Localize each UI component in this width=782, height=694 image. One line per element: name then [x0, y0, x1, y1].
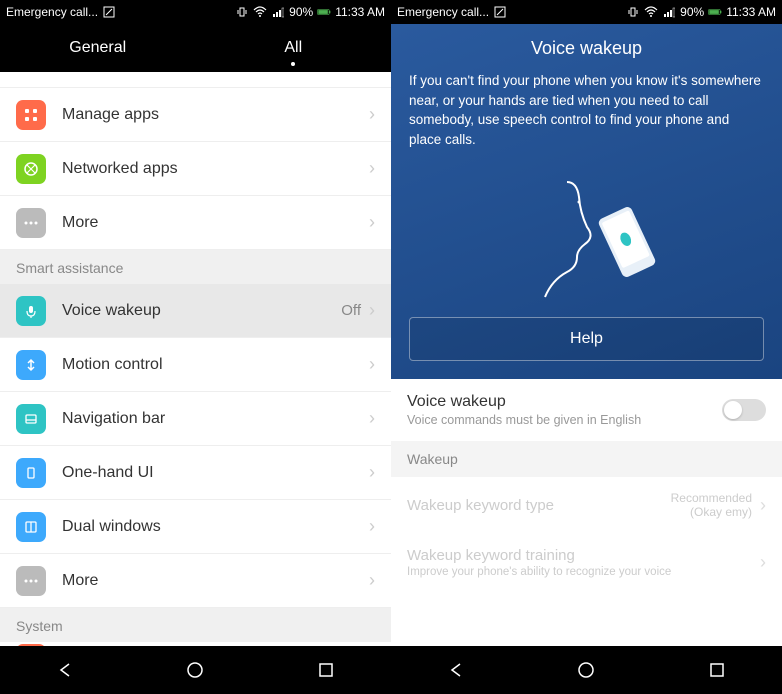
- more-icon: [16, 208, 46, 238]
- list-label: More: [62, 572, 369, 590]
- tab-all[interactable]: All: [196, 24, 392, 72]
- intro-description: If you can't find your phone when you kn…: [409, 71, 764, 149]
- vibrate-icon: [626, 5, 640, 19]
- list-item-dual-windows[interactable]: Dual windows ›: [0, 500, 391, 554]
- list-item-more-apps[interactable]: More ›: [0, 196, 391, 250]
- chevron-right-icon: ›: [369, 104, 375, 125]
- chevron-right-icon: ›: [369, 462, 375, 483]
- chevron-right-icon: ›: [369, 354, 375, 375]
- chevron-right-icon: ›: [369, 516, 375, 537]
- back-button[interactable]: [436, 650, 476, 690]
- toggle-subtitle: Voice commands must be given in English: [407, 413, 722, 427]
- chevron-right-icon: ›: [369, 300, 375, 321]
- battery-icon: [708, 5, 722, 19]
- list-label: More: [62, 214, 369, 232]
- vibrate-icon: [235, 5, 249, 19]
- help-button[interactable]: Help: [409, 317, 764, 361]
- row-title: Wakeup keyword training: [407, 547, 760, 564]
- recent-button[interactable]: [697, 650, 737, 690]
- settings-panel: Voice wakeup Voice commands must be give…: [391, 379, 782, 646]
- list-label: Networked apps: [62, 160, 369, 178]
- carrier-text: Emergency call...: [6, 5, 98, 19]
- home-button[interactable]: [566, 650, 606, 690]
- list-label: One-hand UI: [62, 464, 369, 482]
- row-subtitle: Improve your phone's ability to recogniz…: [407, 566, 760, 578]
- list-value: Off: [341, 302, 361, 319]
- chevron-right-icon: ›: [760, 552, 766, 573]
- voice-wakeup-screen: Emergency call... 90% 11:33 AM Voice wak…: [391, 0, 782, 694]
- nav-bar: [0, 646, 391, 694]
- recent-button[interactable]: [306, 650, 346, 690]
- home-button[interactable]: [175, 650, 215, 690]
- wakeup-training-row[interactable]: Wakeup keyword training Improve your pho…: [391, 533, 782, 582]
- settings-screen: Emergency call... 90% 11:33 AM General A…: [0, 0, 391, 694]
- section-smart-assistance: Smart assistance: [0, 250, 391, 284]
- clock-text: 11:33 AM: [726, 5, 776, 19]
- chevron-right-icon: ›: [369, 158, 375, 179]
- motion-icon: [16, 350, 46, 380]
- signal-icon: [271, 5, 285, 19]
- toggle-switch[interactable]: [722, 399, 766, 421]
- status-bar: Emergency call... 90% 11:33 AM: [0, 0, 391, 24]
- row-value-line2: (Okay emy): [671, 505, 752, 519]
- wakeup-keyword-type-row[interactable]: Wakeup keyword type Recommended (Okay em…: [391, 477, 782, 533]
- chevron-right-icon: ›: [369, 212, 375, 233]
- carrier-text: Emergency call...: [397, 5, 489, 19]
- list-item-navigation-bar[interactable]: Navigation bar ›: [0, 392, 391, 446]
- network-icon: [16, 154, 46, 184]
- list-item-networked-apps[interactable]: Networked apps ›: [0, 142, 391, 196]
- list-label: Dual windows: [62, 518, 369, 536]
- voice-icon: [16, 296, 46, 326]
- battery-icon: [317, 5, 331, 19]
- voice-wakeup-toggle-row[interactable]: Voice wakeup Voice commands must be give…: [391, 379, 782, 441]
- list-item-manage-apps[interactable]: Manage apps ›: [0, 88, 391, 142]
- chevron-right-icon: ›: [369, 408, 375, 429]
- list-label: Motion control: [62, 356, 369, 374]
- status-bar: Emergency call... 90% 11:33 AM: [391, 0, 782, 24]
- voice-illustration: [409, 157, 764, 317]
- list-item-motion-control[interactable]: Motion control ›: [0, 338, 391, 392]
- settings-list[interactable]: Manage apps › Networked apps › More › Sm…: [0, 72, 391, 646]
- intro-panel: Voice wakeup If you can't find your phon…: [391, 24, 782, 379]
- tabs: General All: [0, 24, 391, 72]
- wifi-icon: [644, 5, 658, 19]
- list-item-voice-wakeup[interactable]: Voice wakeup Off ›: [0, 284, 391, 338]
- navbar-icon: [16, 404, 46, 434]
- clock-text: 11:33 AM: [335, 5, 385, 19]
- list-label: Navigation bar: [62, 410, 369, 428]
- wifi-icon: [253, 5, 267, 19]
- page-title: Voice wakeup: [409, 38, 764, 59]
- list-label: Voice wakeup: [62, 302, 341, 320]
- more-icon: [16, 566, 46, 596]
- tab-general[interactable]: General: [0, 24, 196, 72]
- list-label: Manage apps: [62, 106, 369, 124]
- list-item-more-smart[interactable]: More ›: [0, 554, 391, 608]
- chevron-right-icon: ›: [760, 495, 766, 516]
- signal-icon: [662, 5, 676, 19]
- section-system: System: [0, 608, 391, 642]
- row-value-line1: Recommended: [671, 491, 752, 505]
- battery-percent: 90%: [289, 5, 313, 19]
- onehand-icon: [16, 458, 46, 488]
- nav-bar: [391, 646, 782, 694]
- battery-percent: 90%: [680, 5, 704, 19]
- wakeup-section-header: Wakeup: [391, 441, 782, 477]
- toggle-title: Voice wakeup: [407, 393, 722, 411]
- chevron-right-icon: ›: [369, 570, 375, 591]
- back-button[interactable]: [45, 650, 85, 690]
- apps-icon: [16, 100, 46, 130]
- list-item-one-hand-ui[interactable]: One-hand UI ›: [0, 446, 391, 500]
- notification-icon: [493, 5, 507, 19]
- tab-indicator-icon: [291, 62, 295, 66]
- dualwindow-icon: [16, 512, 46, 542]
- partial-row: [0, 72, 391, 88]
- row-title: Wakeup keyword type: [407, 497, 671, 514]
- notification-icon: [102, 5, 116, 19]
